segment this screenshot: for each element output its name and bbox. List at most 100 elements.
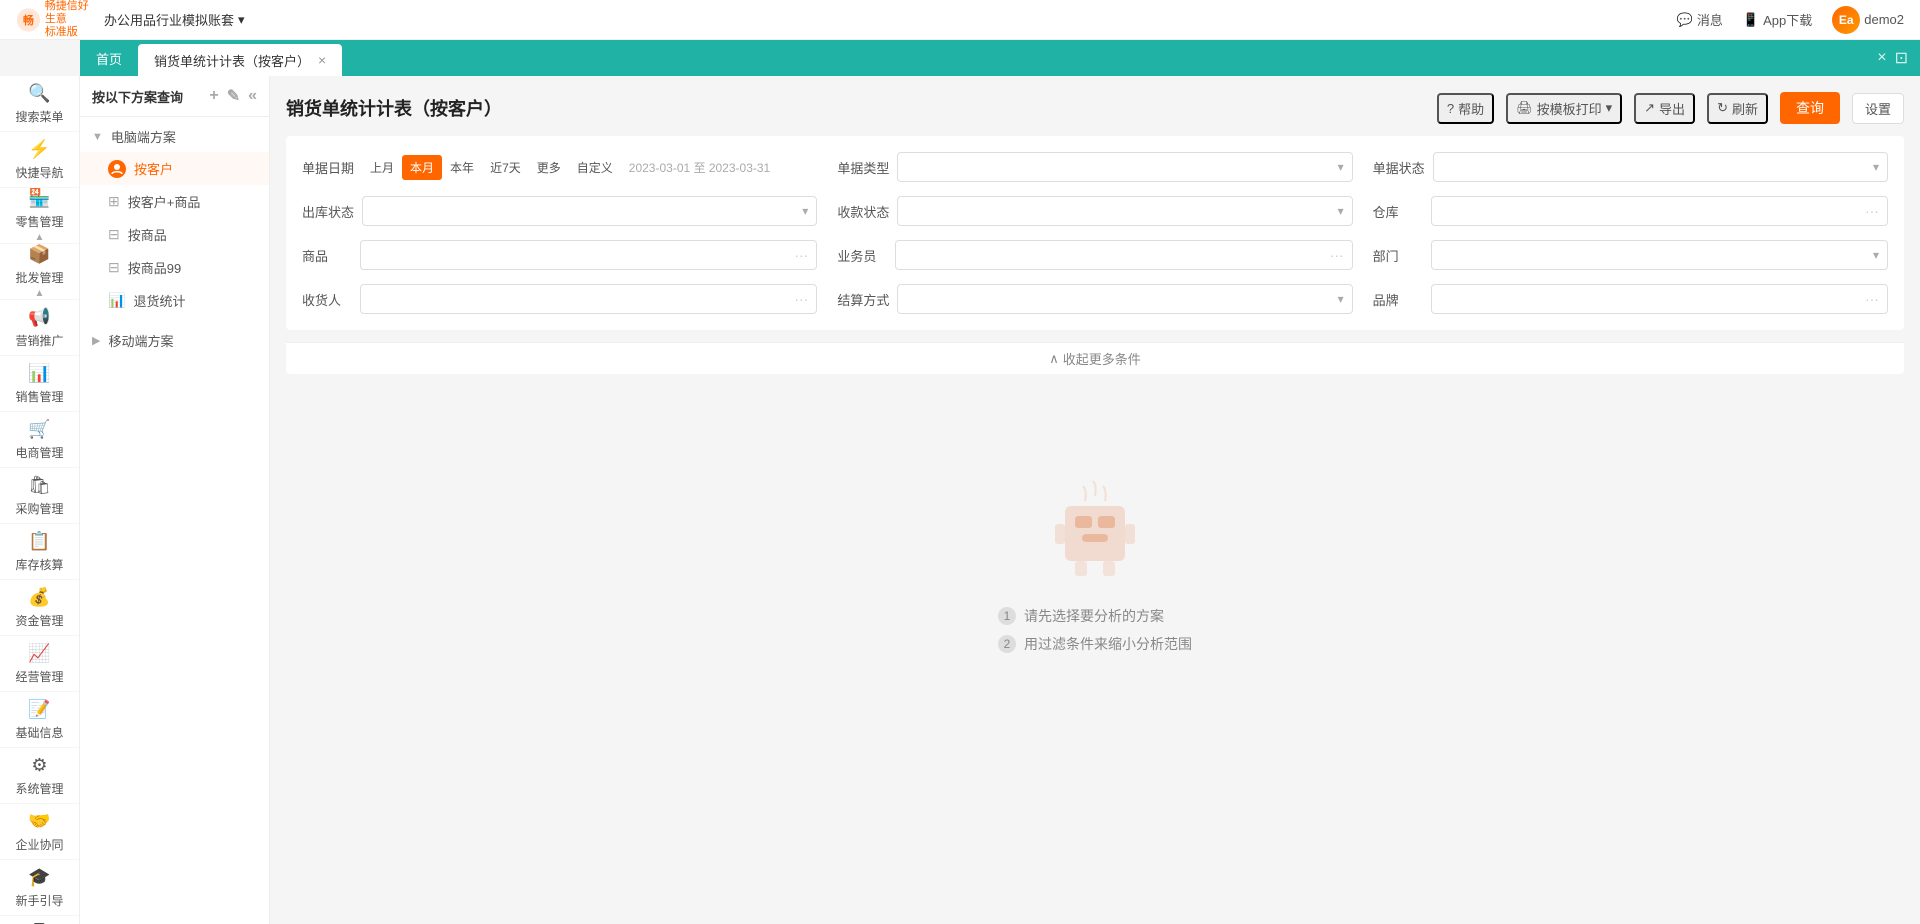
salesman-filter-item: 业务员 ··· (837, 240, 1352, 270)
expand-icon: ▲ (35, 232, 45, 243)
sidebar-item-system[interactable]: ⚙ 系统管理 (0, 748, 79, 804)
sidebar-item-ecommerce[interactable]: 🛒 电商管理 (0, 412, 79, 468)
date-tab-this-month[interactable]: 本月 (402, 155, 442, 180)
sidebar-item-shortcut[interactable]: ⚡ 快捷导航 (0, 132, 79, 188)
message-button[interactable]: 💬 消息 (1677, 10, 1723, 29)
sidebar-item-purchase[interactable]: 🛍 采购管理 (0, 468, 79, 524)
sidebar-item-app-center[interactable]: 📱 应用中心 (0, 916, 79, 924)
logo-icon: 畅 (16, 4, 41, 36)
tab-home[interactable]: 首页 (80, 40, 138, 76)
receiver-input[interactable]: ··· (360, 284, 817, 314)
refresh-button[interactable]: ↻ 刷新 (1707, 93, 1768, 124)
payment-status-input[interactable]: ▾ (897, 196, 1352, 226)
sidebar-item-inventory[interactable]: 📋 库存核算 (0, 524, 79, 580)
filter-panel: 单据日期 上月 本月 本年 近7天 更多 自定义 2023-03-01 至 20… (286, 136, 1904, 330)
sidebar-item-enterprise-collab[interactable]: 🤝 企业协同 (0, 804, 79, 860)
sidebar-item-operations[interactable]: 📈 经营管理 (0, 636, 79, 692)
warehouse-label: 仓库 (1373, 202, 1423, 221)
out-status-input[interactable]: ▾ (362, 196, 817, 226)
system-icon: ⚙ (31, 755, 47, 776)
topbar: 畅 畅捷信好生意 标准版 办公用品行业模拟账套 ▾ 💬 消息 📱 App下载 E… (0, 0, 1920, 40)
scheme-item-return-stats[interactable]: 📊 退货统计 (80, 284, 269, 317)
settlement-label: 结算方式 (837, 290, 889, 309)
table2-icon: ⊟ (108, 259, 120, 276)
salesman-dots[interactable]: ··· (1330, 247, 1344, 263)
sidebar-item-newcomer[interactable]: 🎓 新手引导 (0, 860, 79, 916)
inventory-icon: 📋 (28, 531, 50, 552)
doc-type-input[interactable]: ▾ (897, 152, 1352, 182)
user-menu[interactable]: Ea demo2 (1832, 6, 1904, 34)
tabbar: 首页 销货单统计计表（按客户） × × ⊡ (80, 40, 1920, 76)
brand-dots[interactable]: ··· (1865, 291, 1879, 307)
help-icon: ? (1447, 101, 1454, 116)
operations-icon: 📈 (28, 643, 50, 664)
tab-close-icon[interactable]: × (318, 52, 326, 68)
salesman-input[interactable]: ··· (895, 240, 1352, 270)
date-tab-custom[interactable]: 自定义 (569, 155, 621, 180)
date-tab-this-year[interactable]: 本年 (442, 155, 482, 180)
filter-row-3: 商品 ··· 业务员 ··· 部门 (302, 240, 1888, 270)
app-download-button[interactable]: 📱 App下载 (1743, 10, 1812, 29)
mobile-scheme-group: ▶ 移动端方案 (80, 321, 269, 360)
doc-type-arrow-icon: ▾ (1338, 160, 1344, 174)
empty-tip-2: 2 用过滤条件来缩小分析范围 (998, 634, 1192, 654)
scheme-item-customer-goods[interactable]: ⊞ 按客户+商品 (80, 185, 269, 218)
edit-scheme-button[interactable]: ✎ (227, 86, 240, 106)
ecommerce-icon: 🛒 (28, 419, 50, 440)
goods-input[interactable]: ··· (360, 240, 817, 270)
left-panel-header-icons: + ✎ « (209, 86, 257, 106)
search-icon: 🔍 (28, 83, 50, 104)
help-button[interactable]: ? 帮助 (1437, 93, 1494, 124)
maximize-icon[interactable]: ⊡ (1895, 48, 1908, 68)
print-arrow-icon: ▾ (1606, 100, 1613, 116)
date-tab-last-month[interactable]: 上月 (362, 155, 402, 180)
main-content: 销货单统计计表（按客户） ? 帮助 🖨 按模板打印 ▾ ↗ 导出 ↻ 刷新 (270, 76, 1920, 924)
close-window-icon[interactable]: × (1877, 49, 1886, 67)
empty-tip-1: 1 请先选择要分析的方案 (998, 606, 1192, 626)
date-range-text: 2023-03-01 至 2023-03-31 (629, 159, 770, 176)
sidebar-item-sales[interactable]: 📊 销售管理 (0, 356, 79, 412)
department-input[interactable]: ▾ (1431, 240, 1888, 270)
tabbar-right: × ⊡ (1877, 48, 1920, 68)
scheme-item-by-goods[interactable]: ⊟ 按商品 (80, 218, 269, 251)
settings-button[interactable]: 设置 (1852, 93, 1904, 124)
finance-icon: 💰 (28, 587, 50, 608)
brand-filter-item: 品牌 ··· (1373, 284, 1888, 314)
topbar-left: 畅 畅捷信好生意 标准版 办公用品行业模拟账套 ▾ (16, 0, 245, 39)
scheme-item-by-goods99[interactable]: ⊟ 按商品99 (80, 251, 269, 284)
warehouse-input[interactable]: ··· (1431, 196, 1888, 226)
settlement-input[interactable]: ▾ (897, 284, 1352, 314)
doc-type-filter-item: 单据类型 ▾ (837, 152, 1352, 182)
desktop-scheme-group-header[interactable]: ▼ 电脑端方案 (80, 121, 269, 152)
receiver-dots[interactable]: ··· (794, 291, 808, 307)
scheme-item-by-customer[interactable]: 按客户 (80, 152, 269, 185)
sidebar-item-retail[interactable]: 🏪 零售管理 ▲ (0, 188, 79, 244)
collapse-bar[interactable]: ∧ 收起更多条件 (286, 342, 1904, 374)
goods-dots[interactable]: ··· (794, 247, 808, 263)
date-tab-7days[interactable]: 近7天 (482, 155, 529, 180)
sidebar-item-finance[interactable]: 💰 资金管理 (0, 580, 79, 636)
empty-tips: 1 请先选择要分析的方案 2 用过滤条件来缩小分析范围 (998, 606, 1192, 654)
customer-scheme-icon (108, 160, 126, 178)
template-print-button[interactable]: 🖨 按模板打印 ▾ (1506, 93, 1622, 124)
tab-sales-stats[interactable]: 销货单统计计表（按客户） × (138, 44, 342, 76)
date-tab-more[interactable]: 更多 (529, 155, 569, 180)
department-filter-item: 部门 ▾ (1373, 240, 1888, 270)
industry-selector[interactable]: 办公用品行业模拟账套 ▾ (104, 10, 245, 29)
query-button[interactable]: 查询 (1780, 92, 1840, 124)
add-scheme-button[interactable]: + (209, 87, 218, 105)
receiver-label: 收货人 (302, 290, 352, 309)
warehouse-dots[interactable]: ··· (1865, 203, 1879, 219)
sidebar-item-wholesale[interactable]: 📦 批发管理 ▲ (0, 244, 79, 300)
export-button[interactable]: ↗ 导出 (1634, 93, 1695, 124)
collapse-panel-button[interactable]: « (248, 87, 257, 105)
brand-input[interactable]: ··· (1431, 284, 1888, 314)
department-label: 部门 (1373, 246, 1423, 265)
sidebar-item-search[interactable]: 🔍 搜索菜单 (0, 76, 79, 132)
mobile-scheme-group-header[interactable]: ▶ 移动端方案 (80, 325, 269, 356)
page-actions: ? 帮助 🖨 按模板打印 ▾ ↗ 导出 ↻ 刷新 查询 设置 (1437, 92, 1904, 124)
page-title-bar: 销货单统计计表（按客户） ? 帮助 🖨 按模板打印 ▾ ↗ 导出 ↻ 刷新 (286, 92, 1904, 124)
sidebar-item-marketing[interactable]: 📢 营销推广 (0, 300, 79, 356)
doc-status-input[interactable]: ▾ (1433, 152, 1888, 182)
sidebar-item-basic-info[interactable]: 📝 基础信息 (0, 692, 79, 748)
